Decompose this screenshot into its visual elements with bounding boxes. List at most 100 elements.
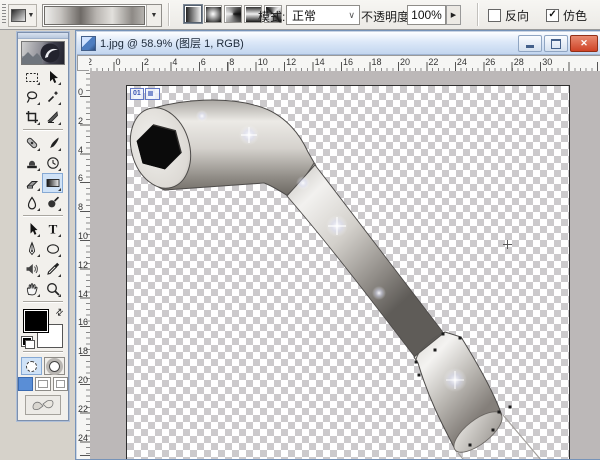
v-ruler-number: 2 (78, 116, 83, 126)
v-ruler-number: 14 (78, 289, 88, 299)
mode-label: 模式: (258, 8, 285, 25)
maximize-button[interactable] (544, 35, 568, 52)
maximize-icon (551, 39, 561, 49)
v-ruler-number: 0 (78, 87, 83, 97)
tool-options-bar: ▼ ▼ 模式: 正常 ∨ 不透明度: 100% ▶ 反向✓仿色✓透明 (0, 0, 600, 30)
v-ruler-number: 10 (78, 231, 88, 241)
opacity-label: 不透明度: (361, 8, 412, 25)
gradient-preview-picker[interactable]: ▼ (42, 4, 162, 27)
lasso-tool[interactable] (21, 87, 42, 107)
brush-tool[interactable] (42, 133, 63, 153)
h-ruler-number: 14 (315, 57, 325, 67)
slice-tool[interactable] (42, 107, 63, 127)
v-ruler-number: 22 (78, 404, 88, 414)
path-selection-icon (24, 221, 40, 237)
chevron-down-icon: ∨ (348, 10, 359, 21)
checkbox-checked-icon[interactable]: ✓ (546, 9, 559, 22)
move-tool[interactable] (42, 67, 63, 87)
h-ruler-number: 16 (343, 57, 353, 67)
v-ruler-number: 20 (78, 375, 88, 385)
quick-mask-icon (49, 361, 60, 372)
minimize-button[interactable] (518, 35, 542, 52)
blur-tool[interactable] (21, 193, 42, 213)
clone-stamp-tool[interactable] (21, 153, 42, 173)
h-ruler-number: 8 (229, 57, 234, 67)
gradient-dropdown-button[interactable]: ▼ (146, 5, 161, 26)
crop-tool[interactable] (21, 107, 42, 127)
document-icon (81, 36, 96, 51)
shape-tool[interactable] (42, 239, 63, 259)
foreground-color-swatch[interactable] (23, 309, 49, 333)
toolbox-titlebar[interactable] (18, 33, 68, 39)
dodge-tool[interactable] (42, 193, 63, 213)
blend-mode-select[interactable]: 正常 ∨ (286, 5, 360, 25)
swap-colors-icon[interactable]: ⇄ (54, 306, 67, 319)
history-brush-tool[interactable] (42, 153, 63, 173)
history-brush-icon (45, 155, 61, 171)
canvas[interactable]: 01 (126, 85, 570, 459)
h-ruler-number: 2 (89, 57, 92, 67)
tool-preset-picker[interactable]: ▼ (8, 4, 37, 27)
option-checkbox[interactable]: ✓仿色 (546, 7, 587, 24)
document-titlebar[interactable]: 1.jpg @ 58.9% (图层 1, RGB) ✕ (77, 32, 600, 55)
zoom-tool[interactable] (42, 279, 63, 299)
gradient-preview-bar[interactable] (44, 6, 145, 25)
color-swatch-area: ⇄ (22, 307, 64, 349)
pen-tool[interactable] (21, 239, 42, 259)
separator (477, 3, 479, 26)
gradient-type-angle-button[interactable] (224, 5, 242, 23)
eyedropper-tool[interactable] (42, 259, 63, 279)
quick-mask-button[interactable] (44, 357, 65, 375)
slice-type-icon (145, 88, 160, 100)
audio-annotation-icon (24, 261, 40, 277)
healing-brush-tool[interactable] (21, 133, 42, 153)
standard-mode-button[interactable] (21, 357, 42, 375)
opacity-slider-button[interactable]: ▶ (446, 5, 461, 25)
audio-annotation-tool[interactable] (21, 259, 42, 279)
rectangular-marquee-icon (24, 69, 40, 85)
h-ruler-number: 22 (428, 57, 438, 67)
eraser-tool[interactable] (21, 173, 42, 193)
separator (23, 215, 63, 217)
eyedropper-icon (45, 261, 61, 277)
opacity-value: 100% (411, 8, 442, 22)
h-ruler-number: 20 (400, 57, 410, 67)
imageready-hands-icon (31, 398, 55, 412)
svg-text:T: T (48, 222, 57, 237)
slice-icon (45, 109, 61, 125)
fullscreen-button[interactable] (53, 377, 68, 391)
vertical-ruler[interactable]: 024681012141618202224 (77, 71, 91, 459)
minimize-icon (526, 45, 534, 48)
chevron-down-icon: ▼ (151, 12, 158, 19)
tool-grid: T (21, 67, 65, 299)
hand-tool[interactable] (21, 279, 42, 299)
option-checkbox[interactable]: 反向 (488, 7, 529, 24)
h-ruler-number: 2 (144, 57, 149, 67)
magic-wand-tool[interactable] (42, 87, 63, 107)
crop-icon (24, 109, 40, 125)
eraser-icon (24, 175, 40, 191)
v-ruler-number: 6 (78, 173, 83, 183)
separator (23, 351, 63, 353)
opacity-input[interactable]: 100% (407, 5, 446, 25)
default-colors-icon[interactable] (22, 337, 35, 349)
photoshop-banner[interactable] (21, 41, 65, 65)
h-ruler-number: 18 (372, 57, 382, 67)
v-ruler-number: 12 (78, 260, 88, 270)
jump-to-imageready-button[interactable] (25, 395, 61, 415)
h-ruler-number: 0 (115, 57, 120, 67)
rectangular-marquee-tool[interactable] (21, 67, 42, 87)
gradient-type-linear-button[interactable] (184, 5, 202, 23)
close-button[interactable]: ✕ (570, 35, 598, 52)
path-selection-tool[interactable] (21, 219, 42, 239)
fullscreen-menubar-button[interactable] (35, 377, 50, 391)
type-tool[interactable]: T (42, 219, 63, 239)
standard-screen-button[interactable] (18, 377, 33, 391)
pasteboard: 01 (90, 71, 600, 459)
toolbox-palette: T ⇄ (17, 32, 69, 421)
checkbox-unchecked-icon[interactable] (488, 9, 501, 22)
gradient-tool[interactable] (42, 173, 63, 193)
gradient-type-radial-button[interactable] (204, 5, 222, 23)
options-bar-grabber[interactable] (2, 4, 6, 25)
imageready-row (18, 395, 68, 415)
